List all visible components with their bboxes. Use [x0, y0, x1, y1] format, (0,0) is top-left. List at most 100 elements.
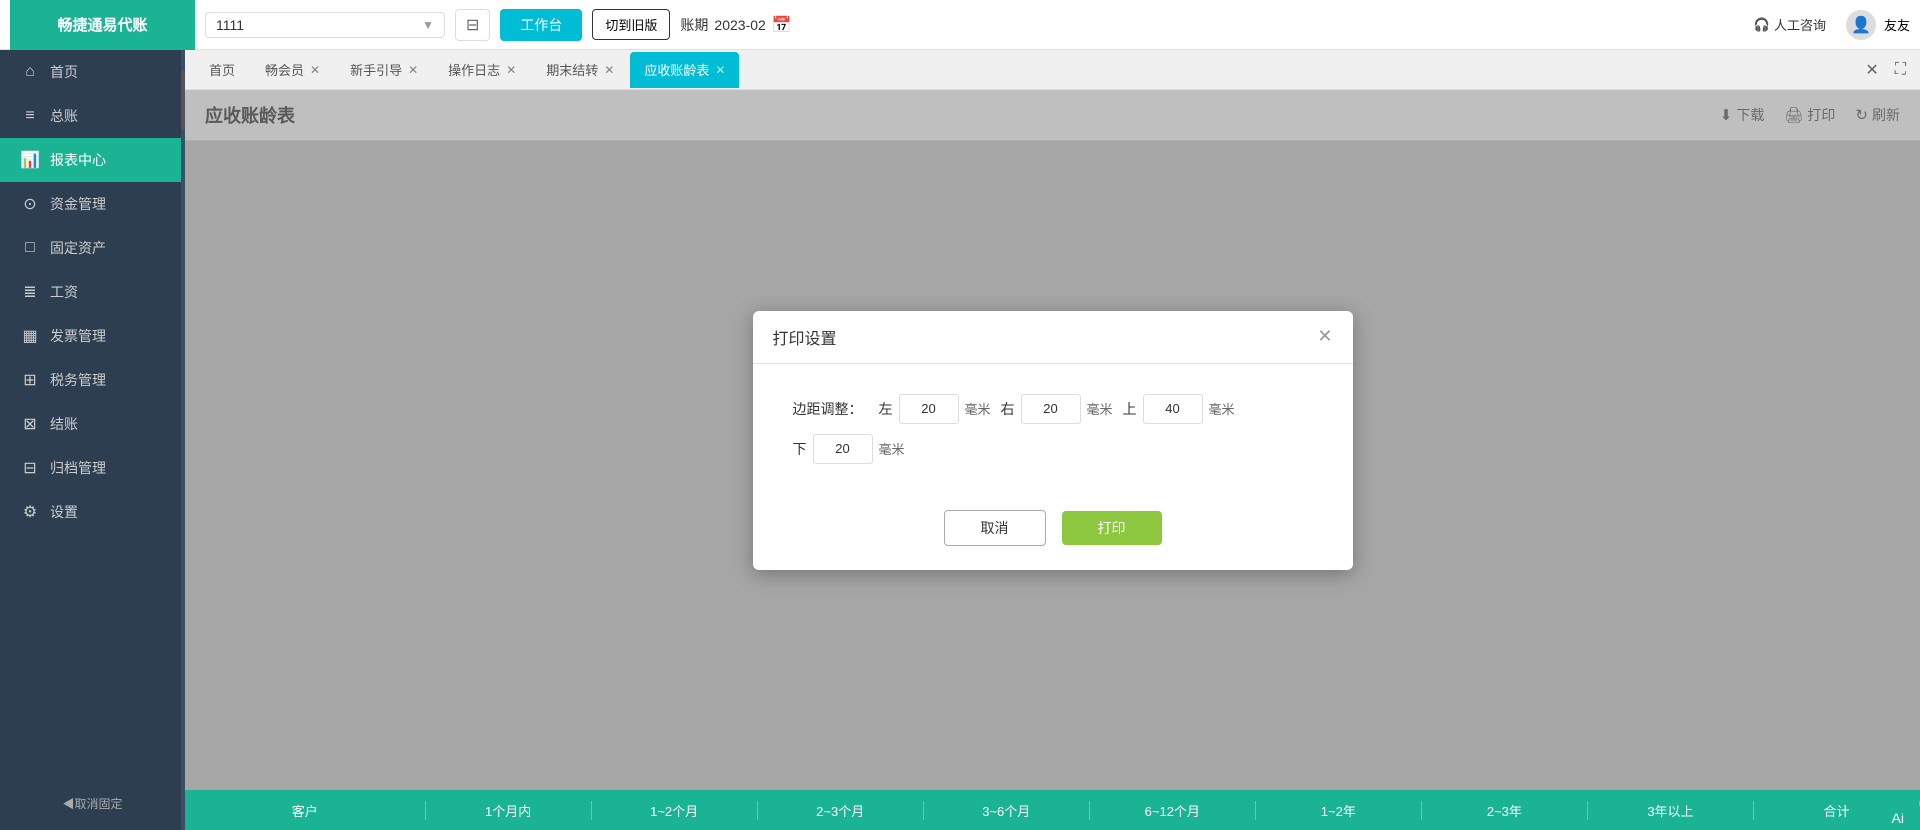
- service-label: 人工咨询: [1774, 15, 1826, 34]
- header-right: 🎧 人工咨询 👤 友友: [1754, 10, 1910, 40]
- tab-close-period-end[interactable]: ✕: [604, 63, 614, 77]
- tab-oplog[interactable]: 操作日志 ✕: [434, 52, 530, 88]
- footer-col-5: 6~12个月: [1090, 801, 1256, 820]
- tab-close-member[interactable]: ✕: [310, 63, 320, 77]
- tab-close-aging[interactable]: ✕: [715, 63, 725, 77]
- period-area: 账期 2023-02 📅: [680, 15, 791, 35]
- top-margin-input[interactable]: [1143, 394, 1203, 424]
- top-margin-group: 上 毫米: [1123, 394, 1235, 424]
- modal-print-button[interactable]: 打印: [1062, 511, 1162, 545]
- footer-col-6: 1~2年: [1256, 801, 1422, 820]
- calendar-icon[interactable]: 📅: [772, 15, 792, 35]
- modal-close-button[interactable]: ✕: [1317, 326, 1332, 347]
- bottom-margin-input[interactable]: [813, 434, 873, 464]
- tab-period-end[interactable]: 期末结转 ✕: [532, 52, 628, 88]
- modal-body: 边距调整： 左 毫米 右 毫米: [753, 364, 1353, 494]
- modal-header: 打印设置 ✕: [753, 311, 1353, 364]
- invoice-icon: ▦: [20, 326, 40, 346]
- archive-icon: ⊟: [20, 458, 40, 478]
- right-unit: 毫米: [1087, 399, 1113, 418]
- sidebar-label-invoice: 发票管理: [50, 326, 106, 346]
- main-layout: ⌂首页≡总账 📊 报表中心 ⊙资金管理 □ 固定资产 ≣ 工资 ▦ 发票管理 ⊞ 税务管理 ⊠结账 ⊟ 归档…: [0, 50, 1920, 830]
- sidebar-item-closing[interactable]: ⊠结账: [0, 402, 185, 446]
- margin-row: 边距调整： 左 毫米 右 毫米: [793, 394, 1313, 464]
- footer-col-0: 客户: [185, 801, 426, 820]
- tab-label-member: 畅会员: [265, 60, 304, 79]
- user-area[interactable]: 👤 友友: [1846, 10, 1910, 40]
- sidebar-label-funds: 资金管理: [50, 194, 106, 214]
- bottom-label: 下: [793, 439, 807, 459]
- sidebar-item-assets[interactable]: □ 固定资产: [0, 226, 185, 270]
- right-margin-input[interactable]: [1021, 394, 1081, 424]
- user-avatar: 👤: [1846, 10, 1876, 40]
- sidebar-item-funds[interactable]: ⊙资金管理: [0, 182, 185, 226]
- bottom-unit: 毫米: [879, 439, 905, 458]
- closing-icon: ⊠: [20, 414, 40, 434]
- bottom-margin-group: 下 毫米: [793, 434, 905, 464]
- footer-col-7: 2~3年: [1422, 801, 1588, 820]
- reports-icon: 📊: [20, 150, 40, 170]
- tab-label-period-end: 期末结转: [546, 60, 598, 79]
- headset-icon: 🎧: [1754, 17, 1770, 33]
- workbench-button[interactable]: 工作台: [500, 9, 582, 41]
- modal-title: 打印设置: [773, 325, 837, 349]
- period-label: 账期: [680, 15, 708, 35]
- logo-text: 畅捷通易代账: [57, 14, 147, 35]
- footer-col-1: 1个月内: [426, 801, 592, 820]
- copy-button[interactable]: ⊟: [455, 9, 490, 41]
- sidebar: ⌂首页≡总账 📊 报表中心 ⊙资金管理 □ 固定资产 ≣ 工资 ▦ 发票管理 ⊞ 税务管理 ⊠结账 ⊟ 归档…: [0, 50, 185, 830]
- top-label: 上: [1123, 399, 1137, 419]
- sidebar-item-ledger[interactable]: ≡总账: [0, 94, 185, 138]
- sidebar-label-ledger: 总账: [50, 106, 78, 126]
- close-window-button[interactable]: ✕: [1861, 56, 1882, 84]
- footer-col-8: 3年以上: [1588, 801, 1754, 820]
- left-unit: 毫米: [965, 399, 991, 418]
- tab-home[interactable]: 首页: [195, 52, 249, 88]
- tab-bar: 首页 畅会员 ✕ 新手引导 ✕ 操作日志 ✕ 期末结转 ✕ 应收账龄表 ✕ ✕ ⛶: [185, 50, 1920, 90]
- sidebar-collapse-button[interactable]: ◀取消固定: [0, 787, 185, 820]
- footer-col-3: 2~3个月: [758, 801, 924, 820]
- left-margin-input[interactable]: [899, 394, 959, 424]
- tab-guide[interactable]: 新手引导 ✕: [336, 52, 432, 88]
- sidebar-item-settings[interactable]: ⚙设置: [0, 490, 185, 534]
- company-name: 1111: [216, 17, 414, 33]
- ai-badge[interactable]: Ai: [1876, 806, 1920, 830]
- tab-member[interactable]: 畅会员 ✕: [251, 52, 334, 88]
- sidebar-item-salary[interactable]: ≣ 工资: [0, 270, 185, 314]
- page-area: 应收账龄表 ⬇ 下载 🖨 打印 ↻ 刷新: [185, 90, 1920, 790]
- tab-label-guide: 新手引导: [350, 60, 402, 79]
- sidebar-label-home: 首页: [50, 62, 78, 82]
- user-name: 友友: [1884, 15, 1910, 34]
- sidebar-label-salary: 工资: [50, 282, 78, 302]
- tab-close-oplog[interactable]: ✕: [506, 63, 516, 77]
- sidebar-label-tax: 税务管理: [50, 370, 106, 390]
- tab-aging[interactable]: 应收账龄表 ✕: [630, 52, 739, 88]
- footer-col-2: 1~2个月: [592, 801, 758, 820]
- assets-icon: □: [20, 239, 40, 257]
- company-selector[interactable]: 1111 ▼: [205, 12, 445, 38]
- tab-label-oplog: 操作日志: [448, 60, 500, 79]
- maximize-window-button[interactable]: ⛶: [1891, 57, 1910, 83]
- sidebar-label-assets: 固定资产: [50, 238, 106, 258]
- tab-label-aging: 应收账龄表: [644, 60, 709, 79]
- sidebar-label-reports: 报表中心: [50, 150, 106, 170]
- right-margin-group: 右 毫米: [1001, 394, 1113, 424]
- dropdown-icon: ▼: [422, 18, 434, 32]
- tax-icon: ⊞: [20, 370, 40, 390]
- left-label: 左: [879, 399, 893, 419]
- sidebar-item-home[interactable]: ⌂首页: [0, 50, 185, 94]
- tab-label-home: 首页: [209, 60, 235, 79]
- sidebar-item-invoice[interactable]: ▦ 发票管理: [0, 314, 185, 358]
- sidebar-item-archive[interactable]: ⊟ 归档管理: [0, 446, 185, 490]
- sidebar-label-archive: 归档管理: [50, 458, 106, 478]
- main-content: 首页 畅会员 ✕ 新手引导 ✕ 操作日志 ✕ 期末结转 ✕ 应收账龄表 ✕ ✕ ⛶ 应收账龄表 ⬇ …: [185, 50, 1920, 830]
- sidebar-item-tax[interactable]: ⊞ 税务管理: [0, 358, 185, 402]
- sidebar-item-reports[interactable]: 📊 报表中心: [0, 138, 185, 182]
- sidebar-label-settings: 设置: [50, 502, 78, 522]
- tab-close-guide[interactable]: ✕: [408, 63, 418, 77]
- salary-icon: ≣: [20, 282, 40, 302]
- service-button[interactable]: 🎧 人工咨询: [1754, 15, 1826, 34]
- switch-version-button[interactable]: 切到旧版: [592, 9, 670, 40]
- cancel-button[interactable]: 取消: [944, 510, 1046, 546]
- table-footer: 客户1个月内1~2个月2~3个月3~6个月6~12个月1~2年2~3年3年以上合…: [185, 790, 1920, 830]
